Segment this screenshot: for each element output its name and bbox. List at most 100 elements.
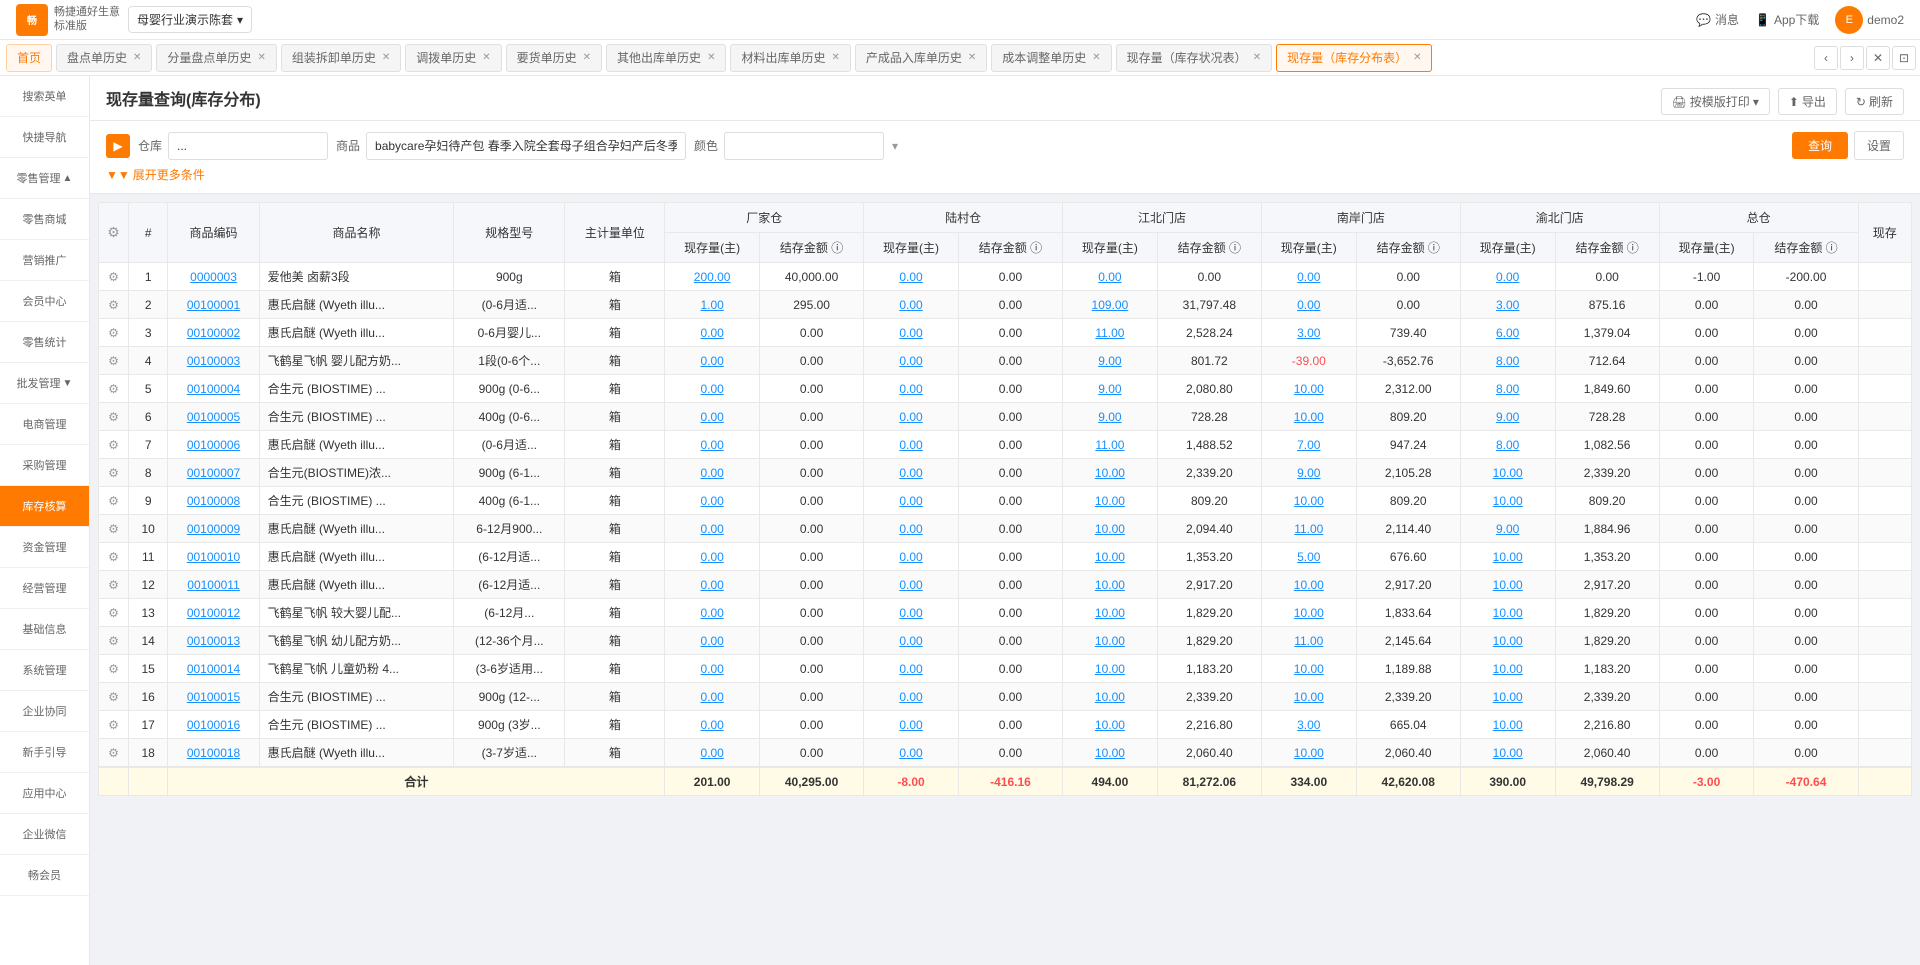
gear-icon[interactable]: ⚙ bbox=[107, 224, 120, 240]
row-settings[interactable]: ⚙ bbox=[99, 431, 129, 459]
row-index: 6 bbox=[129, 403, 168, 431]
row-settings[interactable]: ⚙ bbox=[99, 683, 129, 711]
tab-finished-goods[interactable]: 产成品入库单历史 ✕ bbox=[855, 44, 987, 72]
app-download-button[interactable]: 📱 App下载 bbox=[1755, 11, 1819, 28]
sidebar-item-retail-stats[interactable]: 零售统计 bbox=[0, 322, 89, 363]
row-settings[interactable]: ⚙ bbox=[99, 459, 129, 487]
sidebar-item-marketing[interactable]: 营销推广 bbox=[0, 240, 89, 281]
tab-inventory-history[interactable]: 盘点单历史 ✕ bbox=[56, 44, 152, 72]
close-icon[interactable]: ✕ bbox=[482, 52, 490, 63]
close-icon[interactable]: ✕ bbox=[1092, 52, 1100, 63]
row-jiangbei-amount: 2,339.20 bbox=[1157, 459, 1261, 487]
tab-close-all-button[interactable]: ✕ bbox=[1866, 46, 1890, 70]
row-settings[interactable]: ⚙ bbox=[99, 291, 129, 319]
row-lujia-amount: 0.00 bbox=[958, 431, 1062, 459]
close-icon[interactable]: ✕ bbox=[133, 52, 141, 63]
sidebar-item-retail-mgmt[interactable]: 零售管理 ▲ bbox=[0, 158, 89, 199]
row-settings[interactable]: ⚙ bbox=[99, 739, 129, 768]
row-settings[interactable]: ⚙ bbox=[99, 403, 129, 431]
sidebar-item-search[interactable]: 搜索英单 bbox=[0, 76, 89, 117]
close-icon[interactable]: ✕ bbox=[831, 52, 839, 63]
expand-conditions-button[interactable]: ▼▼ 展开更多条件 bbox=[106, 166, 1904, 183]
refresh-button[interactable]: ↻ 刷新 bbox=[1845, 88, 1904, 115]
row-factory-amount: 0.00 bbox=[759, 683, 863, 711]
row-yubei-stock: 10.00 bbox=[1460, 459, 1555, 487]
row-extra bbox=[1858, 431, 1911, 459]
message-button[interactable]: 💬 消息 bbox=[1696, 11, 1739, 28]
search-collapse-button[interactable]: ▶ bbox=[106, 134, 130, 158]
row-lujia-amount: 0.00 bbox=[958, 627, 1062, 655]
sidebar-item-member[interactable]: 会员中心 bbox=[0, 281, 89, 322]
tab-prev-button[interactable]: ‹ bbox=[1814, 46, 1838, 70]
tab-home[interactable]: 首页 bbox=[6, 44, 52, 72]
sidebar-item-newbie[interactable]: 新手引导 bbox=[0, 732, 89, 773]
sidebar-item-member-service[interactable]: 畅会员 bbox=[0, 855, 89, 896]
row-lujia-stock: 0.00 bbox=[864, 375, 959, 403]
expand-icon: ▼▼ bbox=[106, 168, 130, 182]
warehouse-input[interactable] bbox=[168, 132, 328, 160]
sidebar-item-ecommerce[interactable]: 电商管理 bbox=[0, 404, 89, 445]
user-menu[interactable]: E demo2 bbox=[1835, 6, 1904, 34]
print-button[interactable]: 🖨 按模版打印 ▾ bbox=[1661, 88, 1770, 115]
row-settings[interactable]: ⚙ bbox=[99, 655, 129, 683]
goods-input[interactable] bbox=[366, 132, 686, 160]
tab-outbound-history[interactable]: 其他出库单历史 ✕ bbox=[606, 44, 726, 72]
sidebar-item-finance[interactable]: 资金管理 bbox=[0, 527, 89, 568]
row-settings[interactable]: ⚙ bbox=[99, 543, 129, 571]
row-factory-amount: 0.00 bbox=[759, 711, 863, 739]
tab-transfer-history[interactable]: 调拨单历史 ✕ bbox=[405, 44, 501, 72]
row-settings[interactable]: ⚙ bbox=[99, 319, 129, 347]
row-spec: (0-6月适... bbox=[454, 291, 565, 319]
tab-stock-distribution[interactable]: 现存量（库存分布表） ✕ bbox=[1276, 44, 1432, 72]
row-total-stock: 0.00 bbox=[1659, 291, 1754, 319]
row-settings[interactable]: ⚙ bbox=[99, 347, 129, 375]
close-icon[interactable]: ✕ bbox=[968, 52, 976, 63]
tab-cost-adjust[interactable]: 成本调整单历史 ✕ bbox=[991, 44, 1111, 72]
tab-fraction-history[interactable]: 分量盘点单历史 ✕ bbox=[156, 44, 276, 72]
sidebar-item-system[interactable]: 系统管理 bbox=[0, 650, 89, 691]
row-settings[interactable]: ⚙ bbox=[99, 487, 129, 515]
sidebar-item-basics[interactable]: 基础信息 bbox=[0, 609, 89, 650]
tab-requisition-history[interactable]: 要货单历史 ✕ bbox=[506, 44, 602, 72]
close-icon[interactable]: ✕ bbox=[583, 52, 591, 63]
row-settings[interactable]: ⚙ bbox=[99, 627, 129, 655]
close-icon[interactable]: ✕ bbox=[1253, 52, 1261, 63]
query-button[interactable]: 查询 bbox=[1792, 132, 1848, 159]
tab-stock-status[interactable]: 现存量（库存状况表） ✕ bbox=[1116, 44, 1272, 72]
row-settings[interactable]: ⚙ bbox=[99, 711, 129, 739]
yubei-balance-header: 结存金额 ⓘ bbox=[1555, 233, 1659, 263]
sidebar-item-enterprise[interactable]: 企业协同 bbox=[0, 691, 89, 732]
setting-button[interactable]: 设置 bbox=[1854, 131, 1904, 160]
sidebar-item-retail-mall[interactable]: 零售商城 bbox=[0, 199, 89, 240]
sidebar-item-enterprise-wechat[interactable]: 企业微信 bbox=[0, 814, 89, 855]
tab-next-button[interactable]: › bbox=[1840, 46, 1864, 70]
row-total-amount: 0.00 bbox=[1754, 459, 1858, 487]
export-button[interactable]: ⬆ 导出 bbox=[1778, 88, 1837, 115]
tab-expand-button[interactable]: ⊡ bbox=[1892, 46, 1916, 70]
row-lujia-amount: 0.00 bbox=[958, 739, 1062, 768]
row-jiangbei-amount: 2,080.80 bbox=[1157, 375, 1261, 403]
color-input[interactable] bbox=[724, 132, 884, 160]
sidebar-item-inventory[interactable]: 库存核算 bbox=[0, 486, 89, 527]
close-icon[interactable]: ✕ bbox=[1413, 52, 1421, 63]
sidebar-item-purchase[interactable]: 采购管理 bbox=[0, 445, 89, 486]
industry-selector[interactable]: 母婴行业演示陈套 ▾ bbox=[128, 6, 252, 33]
row-settings[interactable]: ⚙ bbox=[99, 375, 129, 403]
settings-column-header[interactable]: ⚙ bbox=[99, 203, 129, 263]
sidebar-item-wholesale[interactable]: 批发管理 ▼ bbox=[0, 363, 89, 404]
tab-material-outbound[interactable]: 材料出库单历史 ✕ bbox=[730, 44, 850, 72]
row-settings[interactable]: ⚙ bbox=[99, 599, 129, 627]
sidebar-item-quicknav[interactable]: 快捷导航 bbox=[0, 117, 89, 158]
close-icon[interactable]: ✕ bbox=[382, 52, 390, 63]
close-icon[interactable]: ✕ bbox=[707, 52, 715, 63]
row-settings[interactable]: ⚙ bbox=[99, 515, 129, 543]
row-name: 惠氏启醚 (Wyeth illu... bbox=[259, 431, 454, 459]
sidebar-item-operations[interactable]: 经营管理 bbox=[0, 568, 89, 609]
row-name: 合生元(BIOSTIME)浓... bbox=[259, 459, 454, 487]
close-icon[interactable]: ✕ bbox=[257, 52, 265, 63]
tab-assembly-history[interactable]: 组装拆卸单历史 ✕ bbox=[281, 44, 401, 72]
row-settings[interactable]: ⚙ bbox=[99, 571, 129, 599]
row-settings[interactable]: ⚙ bbox=[99, 263, 129, 291]
row-factory-amount: 0.00 bbox=[759, 627, 863, 655]
sidebar-item-app-center[interactable]: 应用中心 bbox=[0, 773, 89, 814]
